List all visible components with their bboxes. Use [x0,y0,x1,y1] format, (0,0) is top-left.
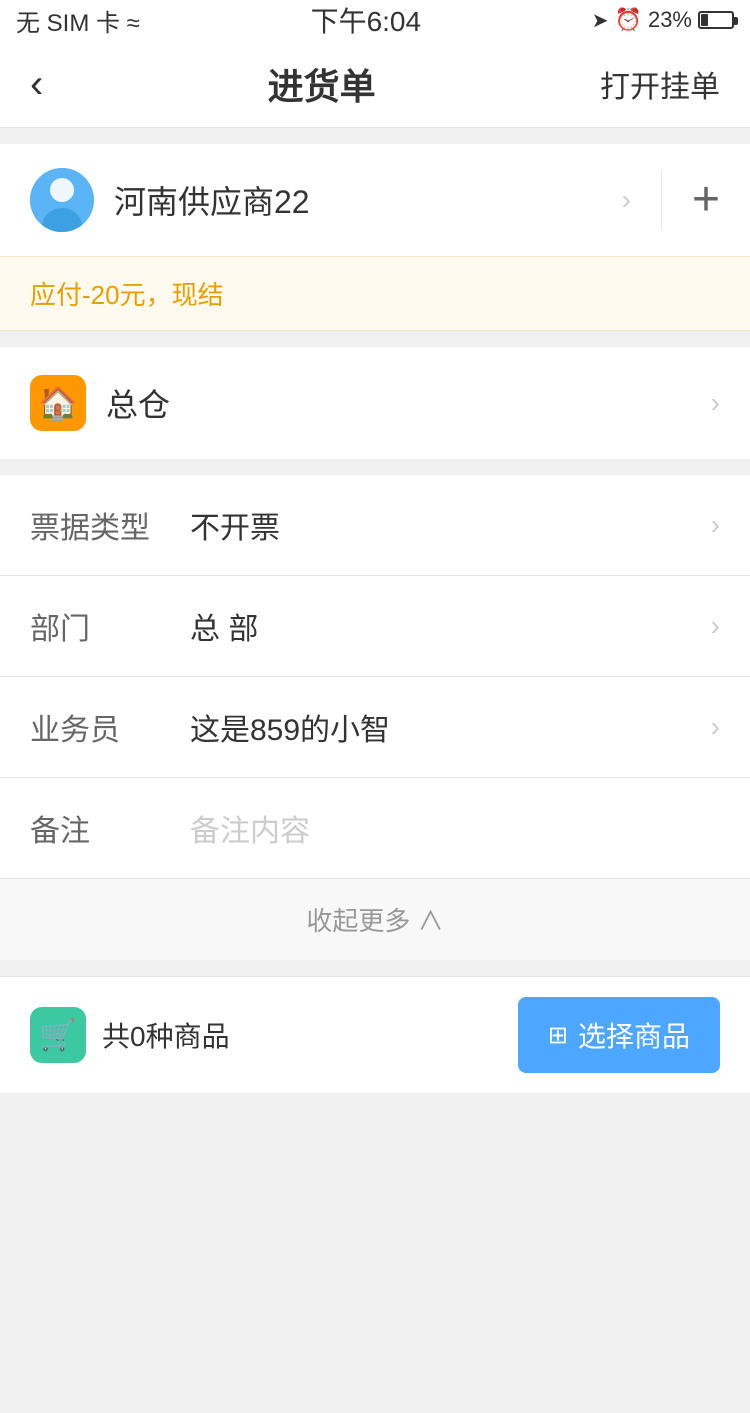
product-count-text: 共0种商品 [102,1015,230,1055]
warehouse-section: 🏠 总仓 › [0,347,750,459]
warehouse-name: 总仓 [106,380,711,426]
supplier-chevron-icon: › [622,184,631,216]
supplier-right-actions: › + [622,170,720,230]
dept-chevron-icon: › [711,610,720,642]
battery-icon [698,11,734,29]
select-product-button[interactable]: ⊞ 选择商品 [518,997,720,1073]
invoice-label: 票据类型 [30,503,170,547]
supplier-section: 河南供应商22 › + 应付-20元，现结 [0,144,750,331]
select-product-icon: ⊞ [548,1021,568,1050]
battery-percent: 23% [648,7,692,33]
divider-3 [0,960,750,976]
product-icon: 🛒 [30,1007,86,1063]
invoice-row[interactable]: 票据类型 不开票 › [0,475,750,575]
bottom-action-bar: 🛒 共0种商品 ⊞ 选择商品 [0,976,750,1093]
divider-2 [0,459,750,475]
warehouse-chevron-icon: › [711,387,720,419]
remark-input[interactable]: 备注内容 [190,806,720,850]
sales-row[interactable]: 业务员 这是859的小智 › [0,677,750,777]
add-supplier-button[interactable]: + [692,176,720,224]
remark-row[interactable]: 备注 备注内容 [0,778,750,878]
supplier-row[interactable]: 河南供应商22 › + [0,144,750,256]
dept-label: 部门 [30,604,170,648]
open-pending-button[interactable]: 打开挂单 [600,62,720,106]
supplier-avatar [30,168,94,232]
supplier-separator [661,170,662,230]
form-section: 票据类型 不开票 › 部门 总 部 › 业务员 这是859的小智 › 备注 备注… [0,475,750,960]
sales-value: 这是859的小智 [190,705,711,749]
status-right: ➤ ⏰ 23% [592,7,734,33]
warehouse-icon-glyph: 🏠 [38,384,78,422]
background-fill [0,1093,750,1413]
invoice-chevron-icon: › [711,509,720,541]
sim-text: 无 SIM 卡 ≈ [16,3,140,38]
select-product-label: 选择商品 [578,1015,690,1055]
supplier-name: 河南供应商22 [114,177,622,223]
invoice-value: 不开票 [190,503,711,547]
top-divider [0,128,750,144]
dept-value: 总 部 [190,604,711,648]
status-bar: 无 SIM 卡 ≈ 下午6:04 ➤ ⏰ 23% [0,0,750,40]
warehouse-icon: 🏠 [30,375,86,431]
product-count-area: 🛒 共0种商品 [30,1007,230,1063]
sales-label: 业务员 [30,705,170,749]
alarm-icon: ⏰ [615,7,642,33]
dept-row[interactable]: 部门 总 部 › [0,576,750,676]
status-time: 下午6:04 [311,0,422,40]
page-title: 进货单 [268,58,376,110]
cart-icon: 🛒 [39,1018,76,1053]
notice-text: 应付-20元，现结 [30,280,224,310]
collapse-button[interactable]: 收起更多 ∧ [306,901,443,938]
location-icon: ➤ [592,8,609,33]
collapse-row[interactable]: 收起更多 ∧ [0,878,750,960]
nav-bar: ‹ 进货单 打开挂单 [0,40,750,128]
sales-chevron-icon: › [711,711,720,743]
status-left: 无 SIM 卡 ≈ [16,3,140,38]
back-button[interactable]: ‹ [30,64,43,104]
divider-1 [0,331,750,347]
warehouse-row[interactable]: 🏠 总仓 › [0,347,750,459]
remark-label: 备注 [30,806,170,850]
notice-bar: 应付-20元，现结 [0,256,750,331]
